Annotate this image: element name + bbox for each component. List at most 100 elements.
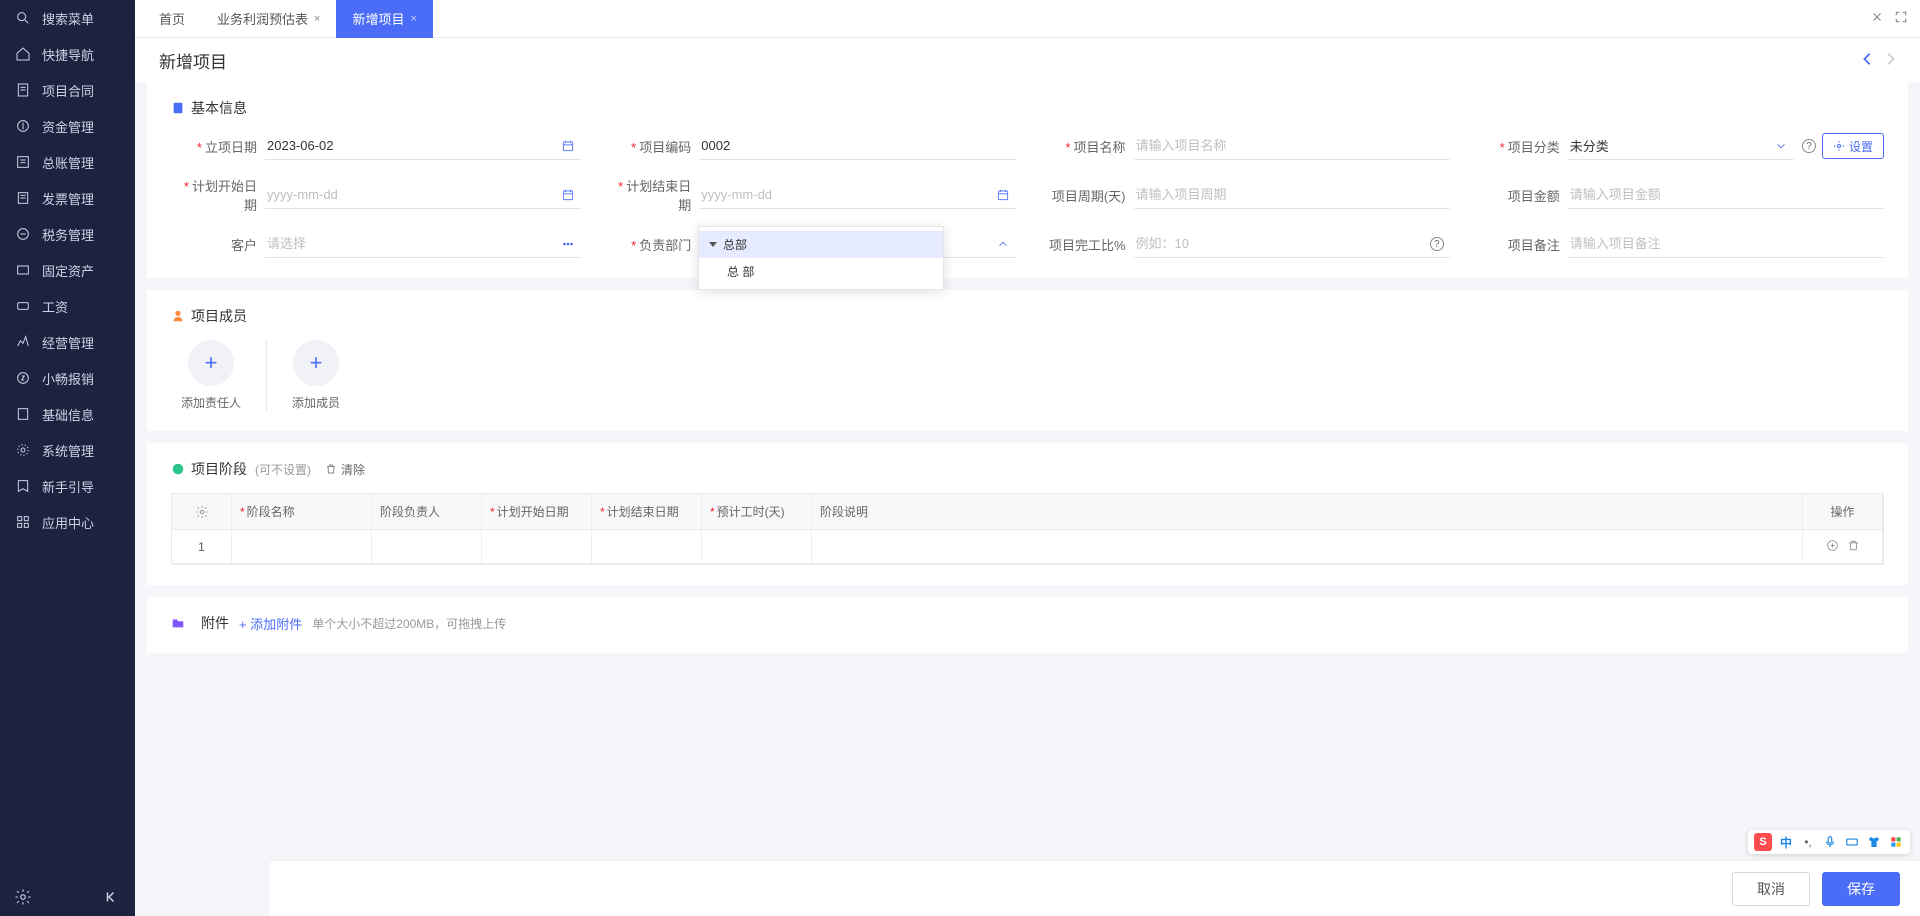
ime-skin-icon[interactable] [1866,834,1882,850]
next-icon[interactable] [1886,52,1896,69]
project-category-select[interactable] [1568,132,1794,160]
folder-icon [171,616,185,630]
search-icon [14,9,32,27]
add-principal-button[interactable]: + 添加责任人 [181,340,241,411]
th-principal: 阶段负责人 [372,494,482,529]
calendar-icon[interactable] [561,139,575,153]
sidebar-item-project-contract[interactable]: 项目合同 [0,72,135,108]
panel-attachments: 附件 + 添加附件 单个大小不超过200MB，可拖拽上传 [147,597,1908,653]
gear-column-icon[interactable] [172,494,232,529]
guide-icon [14,477,32,495]
completion-pct-input[interactable] [1134,230,1450,258]
project-remark-input[interactable] [1568,230,1884,258]
th-name: *阶段名称 [232,494,372,529]
sidebar-item-system[interactable]: 系统管理 [0,432,135,468]
ime-keyboard-icon[interactable] [1844,834,1860,850]
sidebar-item-reimburse[interactable]: 小畅报销 [0,360,135,396]
close-icon[interactable]: × [314,13,320,25]
sidebar-item-operation[interactable]: 经营管理 [0,324,135,360]
plan-end-input[interactable] [699,181,1015,209]
sidebar-item-invoice[interactable]: 发票管理 [0,180,135,216]
sidebar-item-guide[interactable]: 新手引导 [0,468,135,504]
ime-tool-icon[interactable] [1888,834,1904,850]
th-end: *计划结束日期 [592,494,702,529]
sidebar-item-tax[interactable]: 税务管理 [0,216,135,252]
help-icon[interactable]: ? [1802,139,1816,153]
th-start: *计划开始日期 [482,494,592,529]
collapse-icon[interactable] [103,888,121,906]
sidebar-item-quick-nav[interactable]: 快捷导航 [0,36,135,72]
help-icon[interactable]: ? [1430,237,1444,251]
sidebar-item-app-center[interactable]: 应用中心 [0,504,135,540]
section-title: 附件 [201,613,229,633]
divider [266,340,267,411]
ime-mode[interactable]: 中 [1778,834,1794,850]
close-icon[interactable]: × [410,13,416,25]
project-amount-input[interactable] [1568,181,1884,209]
panel-members: 项目成员 + 添加责任人 + 添加成员 [147,290,1908,431]
calendar-icon[interactable] [561,188,575,202]
apps-icon [14,513,32,531]
tab-home[interactable]: 首页 [143,0,201,38]
save-button[interactable]: 保存 [1822,872,1900,906]
chevron-up-icon[interactable] [996,237,1010,251]
wallet-icon [14,117,32,135]
page-title: 新增项目 [159,48,227,73]
cancel-button[interactable]: 取消 [1732,872,1810,906]
th-desc: 阶段说明 [812,494,1803,529]
tab-profit-estimate[interactable]: 业务利润预估表× [201,0,336,38]
reimburse-icon [14,369,32,387]
plus-icon: + [293,340,339,386]
project-date-input[interactable] [265,132,581,160]
document-icon [171,101,185,115]
sidebar-search-label: 搜索菜单 [42,9,94,28]
info-icon [14,405,32,423]
footer-actions: 取消 保存 [270,860,1920,916]
attachment-note: 单个大小不超过200MB，可拖拽上传 [312,615,506,632]
th-ops: 操作 [1803,494,1883,529]
sidebar-item-fixed-assets[interactable]: 固定资产 [0,252,135,288]
table-row[interactable]: 1 [172,530,1883,564]
phase-icon [171,462,185,476]
add-attachment-button[interactable]: + 添加附件 [239,614,302,633]
tab-new-project[interactable]: 新增项目× [336,0,432,38]
sidebar-item-salary[interactable]: 工资 [0,288,135,324]
add-member-button[interactable]: + 添加成员 [292,340,340,411]
delete-row-icon[interactable] [1847,539,1860,555]
ledger-icon [14,153,32,171]
close-all-icon[interactable] [1870,10,1884,27]
project-period-input[interactable] [1134,181,1450,209]
fullscreen-icon[interactable] [1894,10,1908,27]
gear-icon[interactable] [14,888,32,906]
sidebar-search[interactable]: 搜索菜单 [0,0,135,36]
sidebar-item-fund[interactable]: 资金管理 [0,108,135,144]
ime-punct-icon[interactable]: •, [1800,834,1816,850]
section-title: 项目阶段 [191,459,247,479]
more-icon[interactable] [561,237,575,251]
contract-icon [14,81,32,99]
settings-button[interactable]: 设置 [1822,133,1884,159]
prev-icon[interactable] [1862,52,1872,69]
sidebar-item-ledger[interactable]: 总账管理 [0,144,135,180]
main-content: 首页 业务利润预估表× 新增项目× 新增项目 基本信息 [135,0,1920,916]
dropdown-item[interactable]: 总 部 [699,258,943,285]
clear-button[interactable]: 清除 [325,461,365,478]
ime-toolbar[interactable]: S 中 •, [1748,830,1910,854]
phase-table: *阶段名称 阶段负责人 *计划开始日期 *计划结束日期 *预计工时(天) 阶段说… [171,493,1884,565]
plan-start-input[interactable] [265,181,581,209]
dropdown-item[interactable]: 总部 [699,231,943,258]
department-dropdown: 总部 总 部 [698,226,944,290]
add-row-icon[interactable] [1826,539,1839,555]
salary-icon [14,297,32,315]
calendar-icon[interactable] [996,188,1010,202]
panel-phases: 项目阶段 (可不设置) 清除 *阶段名称 阶段负责人 *计划开始日期 *计划结束… [147,443,1908,585]
section-note: (可不设置) [255,461,311,478]
customer-select[interactable] [265,230,581,258]
sidebar: 搜索菜单 快捷导航 项目合同 资金管理 总账管理 发票管理 税务管理 固定资产 [0,0,135,916]
chevron-down-icon[interactable] [1774,139,1788,153]
operation-icon [14,333,32,351]
ime-mic-icon[interactable] [1822,834,1838,850]
sidebar-item-base-info[interactable]: 基础信息 [0,396,135,432]
project-code-input[interactable] [699,132,1015,160]
project-name-input[interactable] [1134,132,1450,160]
